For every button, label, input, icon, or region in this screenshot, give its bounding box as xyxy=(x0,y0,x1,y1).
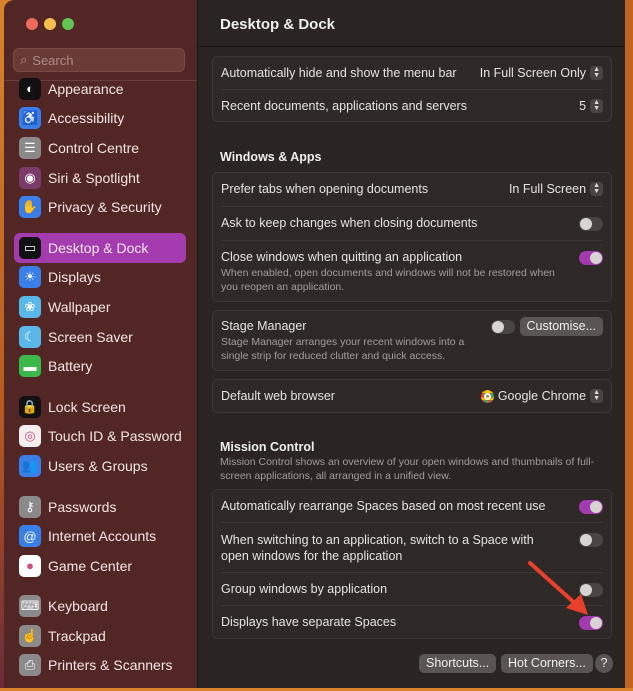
annotation-arrow-icon xyxy=(528,561,588,615)
